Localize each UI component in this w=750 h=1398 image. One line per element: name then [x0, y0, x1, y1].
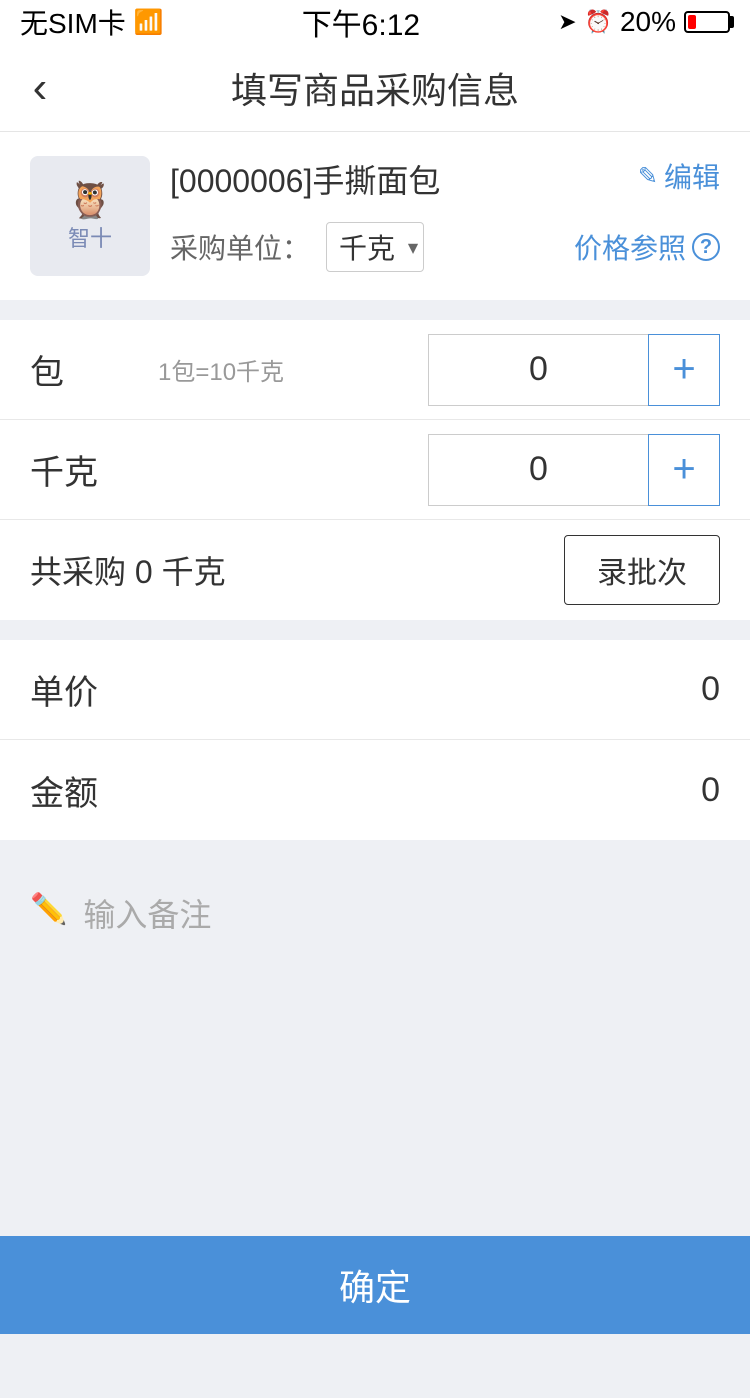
pencil-icon: ✏️ [30, 892, 67, 927]
nav-bar: ‹ 填写商品采购信息 [0, 44, 750, 132]
wifi-icon: 📶 [134, 8, 164, 37]
back-icon: ‹ [33, 63, 48, 113]
summary-row: 共采购 0 千克 录批次 [0, 520, 750, 620]
separator-2 [0, 620, 750, 640]
page-title: 填写商品采购信息 [231, 62, 519, 114]
remarks-section[interactable]: ✏️ 输入备注 [0, 860, 750, 980]
kg-plus-button[interactable]: + [648, 434, 720, 506]
amount-label: 金额 [30, 766, 98, 815]
edit-icon: ✎ [638, 162, 658, 191]
price-ref-label: 价格参照 [574, 227, 686, 267]
input-section: 包 1包=10千克 + 千克 + 共采购 0 千克 录批次 [0, 320, 750, 620]
kg-label: 千克 [30, 445, 150, 494]
edit-label: 编辑 [664, 156, 720, 196]
dropdown-icon: ▾ [408, 235, 418, 260]
remarks-placeholder: 输入备注 [83, 890, 211, 936]
bag-plus-button[interactable]: + [648, 334, 720, 406]
separator-3 [0, 840, 750, 860]
batch-button[interactable]: 录批次 [564, 535, 720, 605]
amount-value: 0 [701, 771, 720, 810]
status-left: 无SIM卡 📶 [20, 2, 164, 42]
carrier-text: 无SIM卡 [20, 2, 126, 42]
bag-label: 包 [30, 345, 150, 394]
price-ref-button[interactable]: 价格参照 ? [574, 227, 720, 267]
amount-row: 金额 0 [0, 740, 750, 840]
product-card: 🦉 智十 [0000006]手撕面包 采购单位： 千克 ▾ 价格参照 ? ✎ 编… [0, 132, 750, 300]
unit-select-wrap[interactable]: 千克 ▾ [326, 222, 424, 272]
kg-input-row: 千克 + [0, 420, 750, 520]
footer[interactable]: 确定 [0, 1236, 750, 1334]
alarm-icon: ⏰ [585, 9, 612, 35]
product-image-placeholder: 🦉 智十 [68, 179, 113, 253]
kg-quantity-input[interactable] [428, 434, 648, 506]
bag-sublabel: 1包=10千克 [158, 352, 284, 387]
unit-price-row: 单价 0 [0, 640, 750, 740]
product-unit-row: 采购单位： 千克 ▾ [170, 222, 424, 272]
bag-quantity-input[interactable] [428, 334, 648, 406]
edit-button[interactable]: ✎ 编辑 [638, 156, 720, 196]
location-icon: ➤ [558, 9, 576, 35]
status-right: ➤ ⏰ 20% [558, 6, 730, 38]
summary-text: 共采购 0 千克 [30, 547, 226, 593]
bag-input-row: 包 1包=10千克 + [0, 320, 750, 420]
battery-icon [684, 11, 730, 33]
info-icon: ? [692, 233, 720, 261]
battery-percent: 20% [620, 6, 676, 38]
unit-price-value: 0 [701, 670, 720, 709]
confirm-button[interactable]: 确定 [339, 1259, 411, 1311]
separator-1 [0, 300, 750, 320]
unit-label: 采购单位： [170, 227, 310, 267]
kg-input-right: + [428, 434, 720, 506]
back-button[interactable]: ‹ [0, 44, 80, 132]
unit-price-label: 单价 [30, 665, 98, 714]
status-time: 下午6:12 [302, 0, 420, 44]
status-bar: 无SIM卡 📶 下午6:12 ➤ ⏰ 20% [0, 0, 750, 44]
bag-input-right: + [428, 334, 720, 406]
price-section: 单价 0 金额 0 [0, 640, 750, 840]
product-image: 🦉 智十 [30, 156, 150, 276]
